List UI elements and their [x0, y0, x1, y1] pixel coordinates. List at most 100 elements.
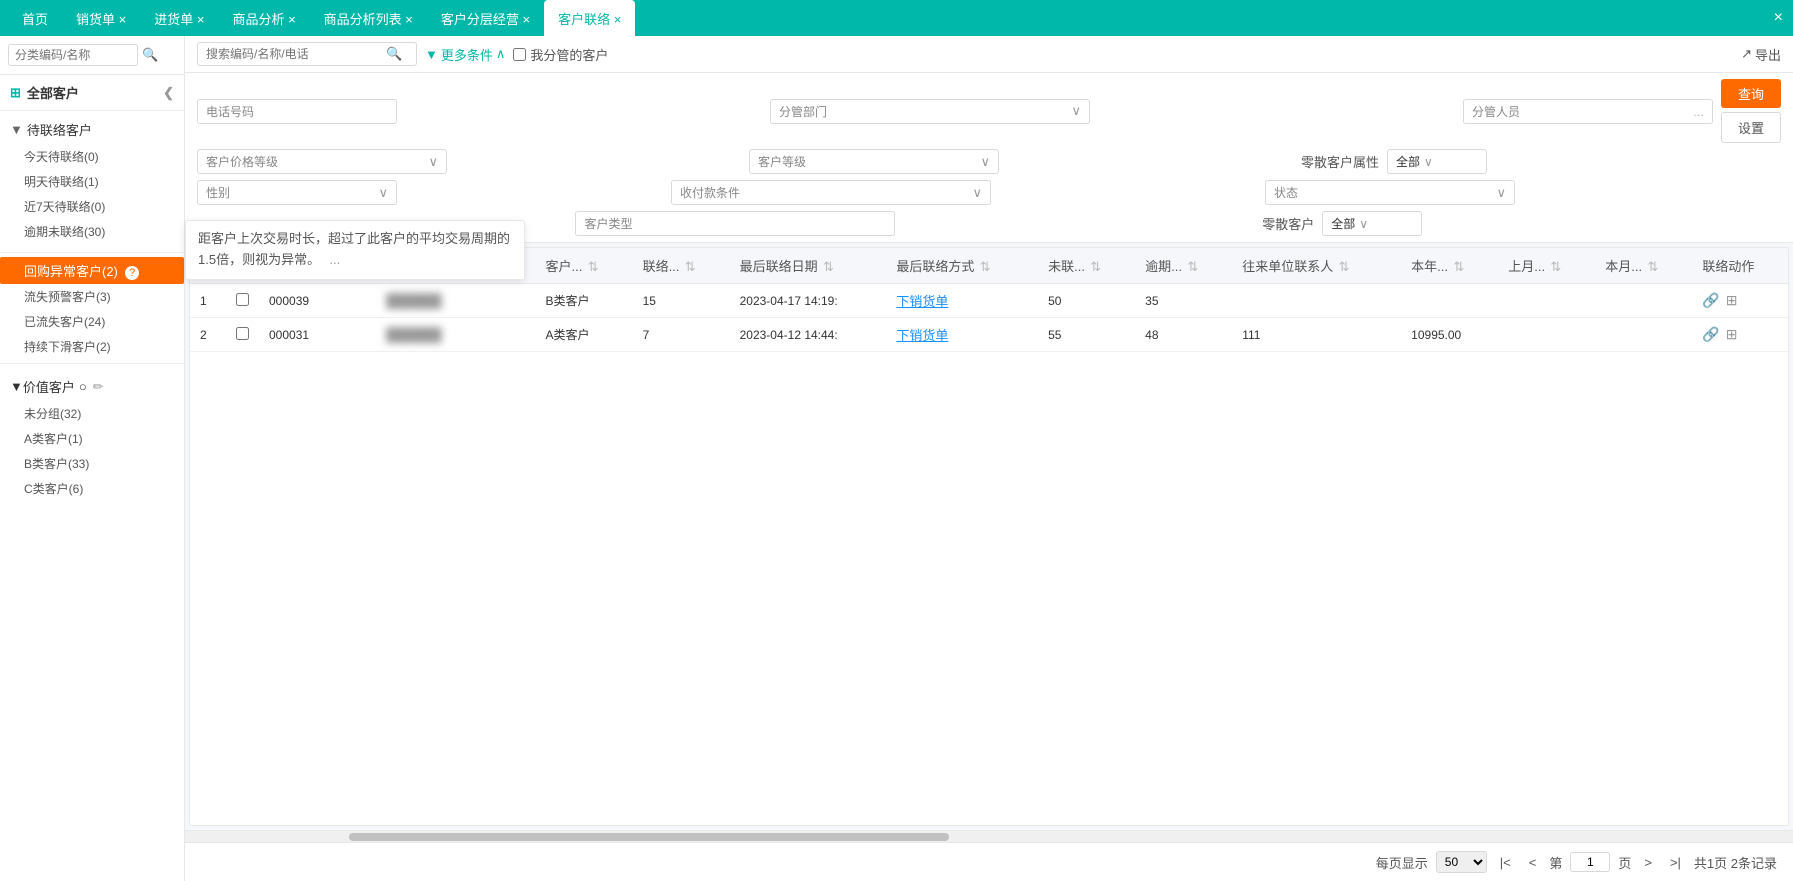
retail-attr-arrow: ∨ [1424, 155, 1433, 169]
last-page-btn[interactable]: >| [1665, 853, 1686, 872]
next-page-btn[interactable]: > [1639, 853, 1657, 872]
prev-page-btn[interactable]: < [1524, 853, 1542, 872]
action-link-icon-2[interactable]: 🔗 [1702, 326, 1719, 343]
grid-icon: ⊞ [10, 85, 21, 101]
sidebar-item-overdue[interactable]: 逾期未联络(30) [0, 219, 184, 244]
arrow-icon-2: ▼ [10, 379, 23, 394]
nav-item-product-analysis[interactable]: 商品分析 × [218, 0, 309, 36]
sidebar: 🔍 ⊞ 全部客户 ❮ ▼ 待联络客户 今天待联络(0) 明天待联络(1) 近7天… [0, 36, 185, 881]
retail-customer-select[interactable]: 全部 ∨ [1322, 211, 1422, 236]
content-area: 🔍 ▼ 更多条件 ∧ 我分管的客户 ↗ 导出 电话号码 [185, 36, 1793, 881]
retail-attr-label: 零散客户属性 [1301, 152, 1379, 171]
td-code-2: 000031 [259, 318, 376, 352]
more-conditions-btn[interactable]: ▼ 更多条件 ∧ [425, 45, 505, 64]
tooltip-more[interactable]: ... [329, 252, 340, 267]
sort-method-icon[interactable]: ⇅ [980, 259, 991, 274]
row-checkbox-2[interactable] [236, 327, 249, 340]
sort-unit-icon[interactable]: ⇅ [1339, 259, 1350, 274]
th-last-method: 最后联络方式 ⇅ [886, 248, 1038, 284]
sidebar-item-today[interactable]: 今天待联络(0) [0, 144, 184, 169]
contact-method-link-1[interactable]: 下销货单 [896, 294, 948, 309]
sort-tmonth-icon[interactable]: ⇅ [1647, 259, 1658, 274]
sidebar-item-a-class[interactable]: A类客户(1) [0, 426, 184, 451]
edit-icon[interactable]: ✏ [93, 379, 104, 395]
action-link-icon-1[interactable]: 🔗 [1702, 292, 1719, 309]
customer-type-field[interactable]: 客户类型 [575, 211, 895, 236]
sidebar-search-bar: 🔍 [0, 36, 184, 75]
sort-date-icon[interactable]: ⇅ [823, 259, 834, 274]
td-method-2[interactable]: 下销货单 [886, 318, 1038, 352]
search-box: 🔍 [197, 42, 417, 66]
td-checkbox-1 [226, 284, 259, 318]
customer-level-label: 客户等级 [758, 153, 806, 170]
customer-name-2: ██████ [386, 327, 441, 342]
repurchase-info-icon: ? [125, 266, 139, 280]
close-window-button[interactable]: × [1774, 9, 1783, 27]
td-method-1[interactable]: 下销货单 [886, 284, 1038, 318]
manager-field[interactable]: 分管人员 ... [1463, 99, 1713, 124]
td-year-2: 10995.00 [1401, 318, 1498, 352]
first-page-btn[interactable]: |< [1495, 853, 1516, 872]
main-search-input[interactable] [206, 47, 386, 61]
manager-dots[interactable]: ... [1693, 104, 1704, 119]
customer-level-field[interactable]: 客户等级 ∨ [749, 149, 999, 174]
nav-item-home[interactable]: 首页 [8, 0, 62, 36]
value-customers-section: ▼ 价值客户 ○ ✏ 未分组(32) A类客户(1) B类客户(33) C类客户… [0, 368, 184, 505]
price-level-field[interactable]: 客户价格等级 ∨ [197, 149, 447, 174]
sidebar-search-input[interactable] [8, 44, 138, 66]
td-lmonth-1 [1498, 284, 1595, 318]
sort-lmonth-icon[interactable]: ⇅ [1550, 259, 1561, 274]
sidebar-item-declining[interactable]: 持续下滑客户(2) [0, 334, 184, 359]
nav-item-customer-contact[interactable]: 客户联络 × [544, 0, 635, 36]
dept-field[interactable]: 分管部门 ∨ [770, 99, 1090, 124]
contact-method-link-2[interactable]: 下销货单 [896, 328, 948, 343]
sort-overdue-icon[interactable]: ⇅ [1187, 259, 1198, 274]
sidebar-item-tomorrow[interactable]: 明天待联络(1) [0, 169, 184, 194]
sidebar-item-7days[interactable]: 近7天待联络(0) [0, 194, 184, 219]
sidebar-item-lost-preview[interactable]: 流失预警客户(3) [0, 284, 184, 309]
sort-contact-icon[interactable]: ⇅ [685, 259, 696, 274]
my-customers-checkbox[interactable] [513, 48, 526, 61]
nav-item-sales[interactable]: 销货单 × [62, 0, 140, 36]
sort-unlisted-icon[interactable]: ⇅ [1090, 259, 1101, 274]
settings-button[interactable]: 设置 [1721, 112, 1781, 143]
action-buttons: 查询 设置 [1721, 79, 1781, 143]
table-row: 1 000039 ██████ B类客户 15 2023-04-17 14:19… [190, 284, 1788, 318]
sidebar-item-c-class[interactable]: C类客户(6) [0, 476, 184, 501]
payment-field[interactable]: 收付款条件 ∨ [671, 180, 991, 205]
sort-year-icon[interactable]: ⇅ [1453, 259, 1464, 274]
nav-item-purchase[interactable]: 进货单 × [140, 0, 218, 36]
sidebar-collapse-btn[interactable]: ❮ [163, 85, 174, 101]
row-checkbox-1[interactable] [236, 293, 249, 306]
sidebar-item-b-class[interactable]: B类客户(33) [0, 451, 184, 476]
action-grid-icon-2[interactable]: ⊞ [1726, 326, 1738, 343]
chevron-icon: ∧ [496, 46, 506, 62]
sidebar-item-unclassified[interactable]: 未分组(32) [0, 401, 184, 426]
export-btn[interactable]: ↗ 导出 [1741, 45, 1781, 64]
sort-type-icon[interactable]: ⇅ [588, 259, 599, 274]
value-customers-title[interactable]: ▼ 价值客户 ○ ✏ [0, 372, 184, 401]
th-contact-count: 联络... ⇅ [633, 248, 730, 284]
pending-contact-section: ▼ 待联络客户 今天待联络(0) 明天待联络(1) 近7天待联络(0) 逾期未联… [0, 111, 184, 248]
retail-attr-select[interactable]: 全部 ∨ [1387, 149, 1487, 174]
td-unit-1 [1232, 284, 1401, 318]
gender-label: 性别 [206, 184, 230, 201]
my-customers-checkbox-label[interactable]: 我分管的客户 [513, 45, 608, 64]
sidebar-item-lost[interactable]: 已流失客户(24) [0, 309, 184, 334]
per-page-select[interactable]: 50 100 200 [1436, 851, 1487, 873]
query-button[interactable]: 查询 [1721, 79, 1781, 108]
search-icon-main[interactable]: 🔍 [386, 46, 402, 62]
nav-item-product-list[interactable]: 商品分析列表 × [310, 0, 427, 36]
scroll-thumb[interactable] [349, 833, 949, 841]
gender-field[interactable]: 性别 ∨ [197, 180, 397, 205]
action-grid-icon-1[interactable]: ⊞ [1726, 292, 1738, 309]
phone-field[interactable]: 电话号码 [197, 99, 397, 124]
sidebar-search-icon[interactable]: 🔍 [142, 47, 158, 63]
status-field[interactable]: 状态 ∨ [1265, 180, 1515, 205]
sidebar-item-repurchase-abnormal[interactable]: 回购异常客户(2) ? [0, 257, 184, 284]
page-input[interactable] [1570, 852, 1610, 872]
nav-item-customer-tier[interactable]: 客户分层经营 × [427, 0, 544, 36]
pending-contact-title[interactable]: ▼ 待联络客户 [0, 115, 184, 144]
td-date-2: 2023-04-12 14:44: [730, 318, 887, 352]
horizontal-scrollbar[interactable] [185, 830, 1793, 842]
